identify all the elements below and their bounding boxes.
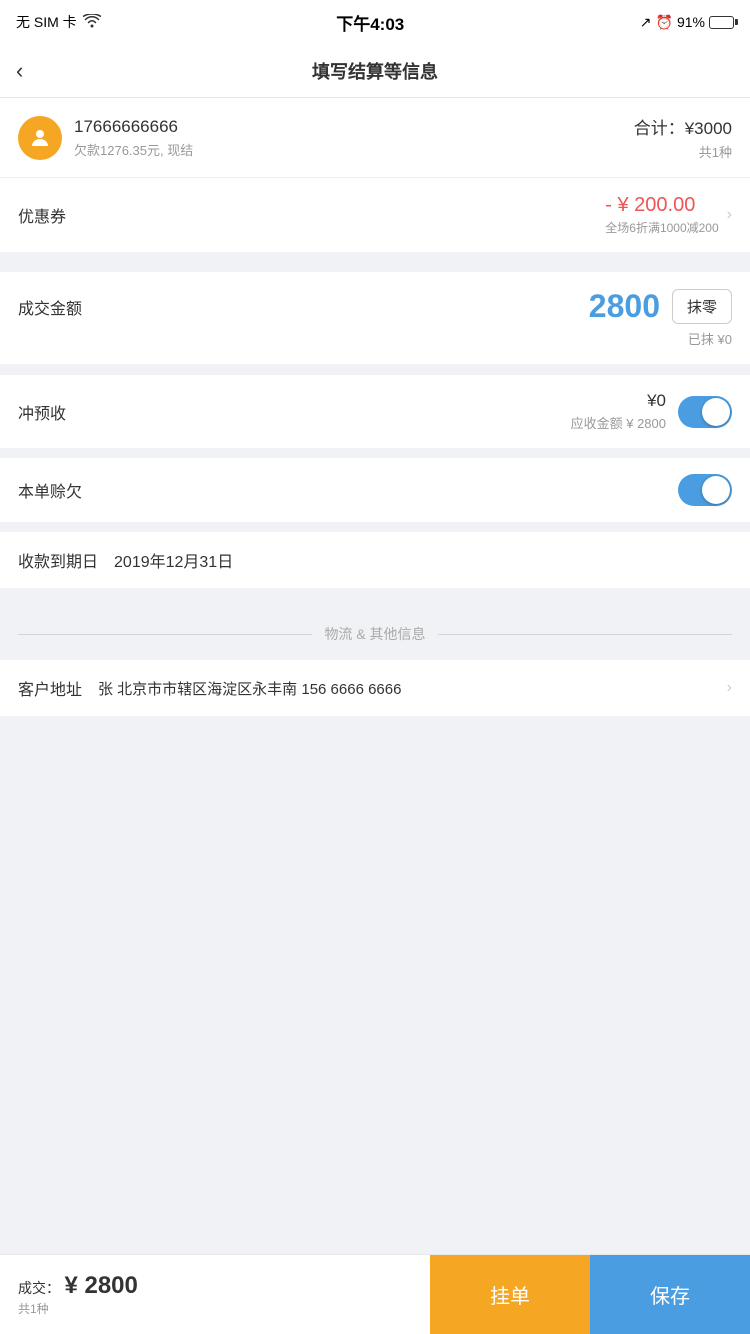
round-off-button[interactable]: 抹零: [672, 289, 732, 324]
toggle-knob: [702, 398, 730, 426]
deal-amount-value: 2800: [589, 288, 660, 325]
prepay-label: 冲预收: [18, 400, 66, 424]
deal-amount-row: 成交金额 2800 抹零: [18, 288, 732, 325]
already-rounded: 已抹 ¥0: [18, 329, 732, 348]
chevron-right-icon: ›: [727, 206, 732, 224]
coupon-row[interactable]: 优惠券 - ¥ 200.00 全场6折满1000减200 ›: [0, 177, 750, 252]
customer-info: 17666666666 欠款1276.35元, 现结: [74, 117, 193, 159]
save-button[interactable]: 保存: [590, 1255, 750, 1334]
bottom-deal-label: 成交：: [18, 1280, 60, 1296]
back-button[interactable]: ‹: [16, 58, 23, 84]
battery-percent: 91%: [677, 14, 705, 30]
no-sim-text: 无 SIM 卡: [16, 12, 77, 32]
customer-sub: 欠款1276.35元, 现结: [74, 140, 193, 159]
due-date-label: 收款到期日: [18, 548, 98, 572]
separator-1: [0, 262, 750, 272]
this-order-row: 本单赊欠: [18, 474, 732, 506]
logistics-divider-text: 物流 & 其他信息: [324, 624, 425, 644]
address-label: 客户地址: [18, 676, 82, 700]
prepay-row: 冲预收 ¥0 应收金额 ¥ 2800: [18, 391, 732, 432]
due-date-section: 收款到期日 2019年12月31日: [0, 532, 750, 588]
divider-line-right: [438, 634, 732, 635]
prepay-value: ¥0: [571, 391, 666, 411]
this-order-section: 本单赊欠: [0, 458, 750, 522]
prepay-sub: 应收金额 ¥ 2800: [571, 413, 666, 432]
total-sub: 共1种: [634, 142, 732, 161]
bottom-deal-line: 成交： ¥ 2800: [18, 1272, 412, 1300]
address-section[interactable]: 客户地址 张 北京市市辖区海淀区永丰南 156 6666 6666 ›: [0, 660, 750, 716]
status-right: ↗ ⏰ 91%: [640, 14, 734, 31]
coupon-label: 优惠券: [18, 203, 66, 227]
due-date-row: 收款到期日 2019年12月31日: [18, 548, 732, 572]
this-order-label: 本单赊欠: [18, 478, 82, 502]
customer-row: 17666666666 欠款1276.35元, 现结 合计：¥3000 共1种: [0, 98, 750, 177]
total-amount: 合计：¥3000: [634, 114, 732, 139]
battery-icon: [709, 16, 734, 29]
divider-line-left: [18, 634, 312, 635]
deal-amount-right: 2800 抹零: [589, 288, 732, 325]
avatar: [18, 116, 62, 160]
due-date-value: 2019年12月31日: [114, 548, 233, 572]
customer-right: 合计：¥3000 共1种: [634, 114, 732, 161]
status-time: 下午4:03: [336, 10, 404, 35]
this-order-toggle-knob: [702, 476, 730, 504]
prepay-right: ¥0 应收金额 ¥ 2800: [571, 391, 732, 432]
bottom-bar: 成交： ¥ 2800 共1种 挂单 保存: [0, 1254, 750, 1334]
prepay-section: 冲预收 ¥0 应收金额 ¥ 2800: [0, 374, 750, 448]
deal-amount-section: 成交金额 2800 抹零 已抹 ¥0: [0, 272, 750, 364]
customer-phone: 17666666666: [74, 117, 193, 137]
hang-order-button[interactable]: 挂单: [430, 1255, 590, 1334]
nav-bar: ‹ 填写结算等信息: [0, 44, 750, 98]
prepay-toggle[interactable]: [678, 396, 732, 428]
logistics-divider: 物流 & 其他信息: [0, 608, 750, 660]
address-value: 张 北京市市辖区海淀区永丰南 156 6666 6666: [98, 678, 715, 699]
content: 17666666666 欠款1276.35元, 现结 合计：¥3000 共1种 …: [0, 98, 750, 956]
separator-2: [0, 448, 750, 458]
bottom-deal-amount: ¥ 2800: [64, 1272, 137, 1299]
address-chevron-icon: ›: [727, 679, 732, 697]
nav-title: 填写结算等信息: [312, 58, 438, 84]
bottom-summary: 成交： ¥ 2800 共1种: [0, 1272, 430, 1317]
bottom-sub: 共1种: [18, 1300, 412, 1317]
coupon-desc: 全场6折满1000减200: [605, 219, 718, 236]
gray-space: [0, 726, 750, 876]
address-row: 客户地址 张 北京市市辖区海淀区永丰南 156 6666 6666 ›: [18, 676, 732, 700]
status-bar: 无 SIM 卡 下午4:03 ↗ ⏰ 91%: [0, 0, 750, 44]
customer-left: 17666666666 欠款1276.35元, 现结: [18, 116, 193, 160]
wifi-icon: [83, 14, 101, 31]
separator-3: [0, 598, 750, 608]
customer-card: 17666666666 欠款1276.35元, 现结 合计：¥3000 共1种 …: [0, 98, 750, 252]
this-order-toggle[interactable]: [678, 474, 732, 506]
deal-amount-label: 成交金额: [18, 295, 82, 319]
clock-icon: ⏰: [656, 14, 673, 31]
coupon-amount: - ¥ 200.00: [605, 194, 718, 217]
status-left: 无 SIM 卡: [16, 12, 101, 32]
location-icon: ↗: [640, 14, 652, 31]
